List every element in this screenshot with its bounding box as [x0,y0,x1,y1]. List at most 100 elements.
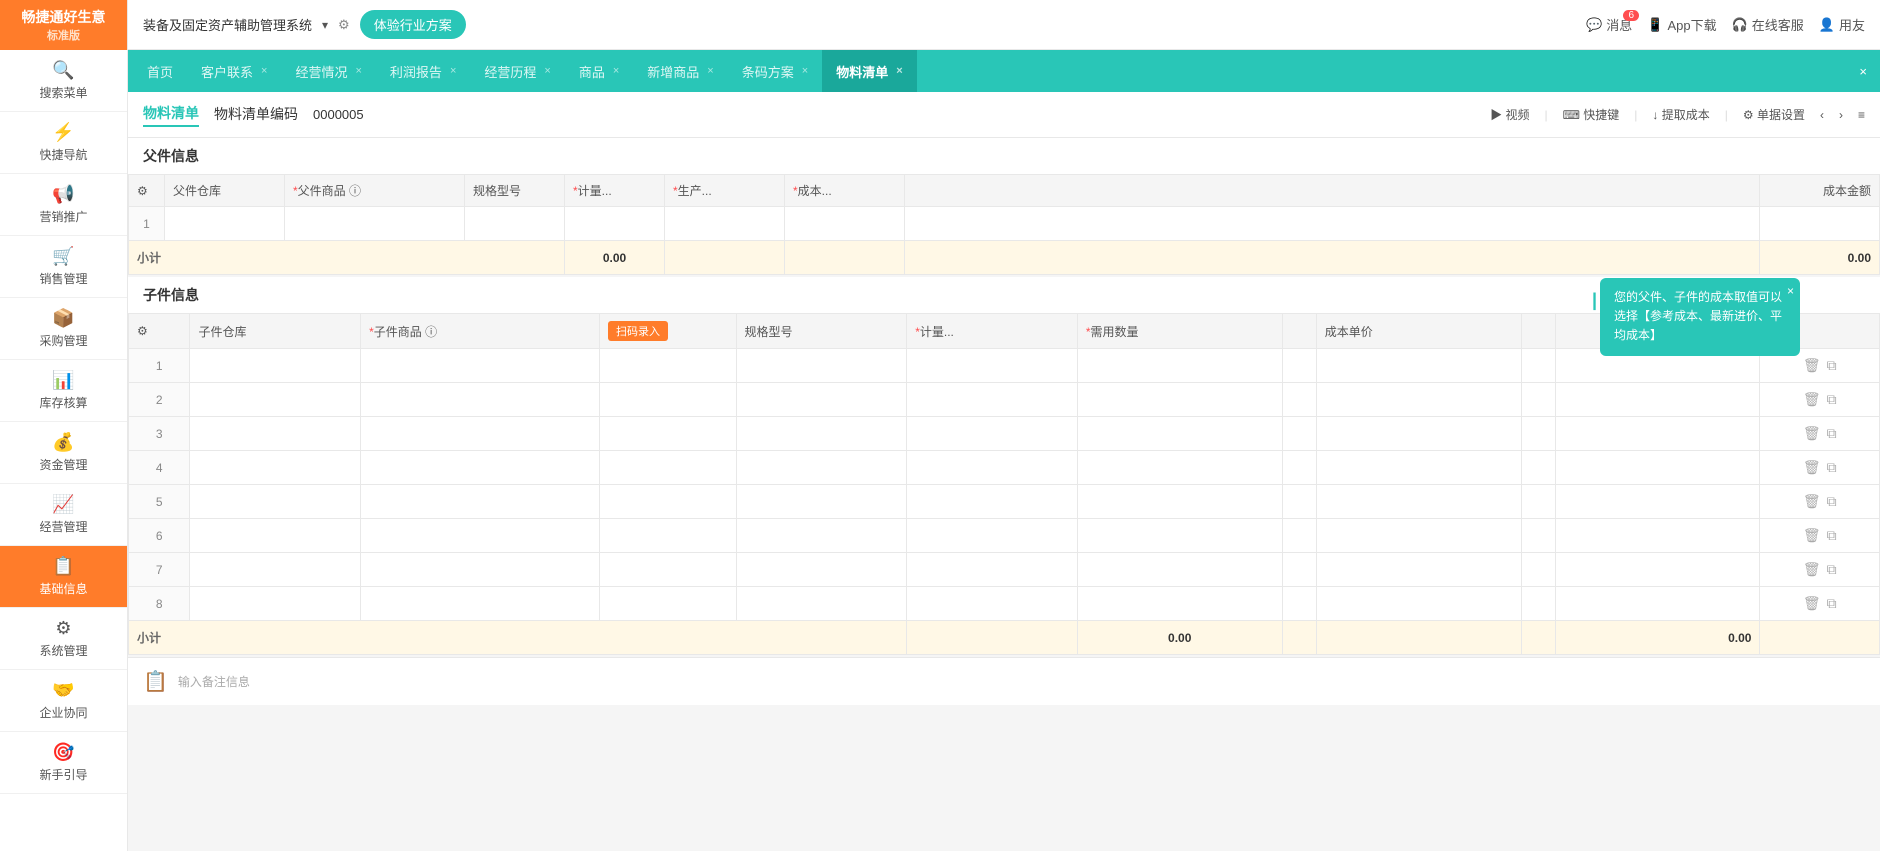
prev-btn[interactable]: ‹ [1820,108,1824,122]
nav-tab-首页[interactable]: 首页 [133,50,187,92]
child-col-settings[interactable]: ⚙ [129,314,190,349]
parent-col-settings[interactable]: ⚙ [129,175,165,207]
sidebar-item-经营管理[interactable]: 📈经营管理 [0,484,127,546]
child-unit-cost-cell[interactable] [1316,553,1521,587]
nav-tab-close[interactable]: × [450,65,456,77]
nav-tab-经营情况[interactable]: 经营情况× [281,50,375,92]
child-unit-cell[interactable] [907,383,1078,417]
experience-btn[interactable]: 体验行业方案 [360,10,466,39]
child-spec-cell[interactable] [736,519,907,553]
copy-icon[interactable]: ⧉ [1827,459,1837,476]
user-btn[interactable]: 👤 用友 [1819,15,1865,34]
child-unit-cost-cell[interactable] [1316,383,1521,417]
child-unit-cell[interactable] [907,417,1078,451]
child-unit-cell[interactable] [907,485,1078,519]
parent-spec-cell[interactable] [465,207,565,241]
menu-icon-btn[interactable]: ≡ [1858,108,1865,122]
nav-tab-商品[interactable]: 商品× [565,50,633,92]
sidebar-item-新手引导[interactable]: 🎯新手引导 [0,732,127,794]
child-unit-cell[interactable] [907,519,1078,553]
delete-icon[interactable]: 🗑 [1803,425,1821,442]
child-spec-cell[interactable] [736,349,907,383]
parent-product-cell[interactable] [285,207,465,241]
header-settings-icon[interactable]: ⚙ [338,17,350,33]
child-unit-cell[interactable] [907,349,1078,383]
nav-tab-close[interactable]: × [802,65,808,77]
child-spec-cell[interactable] [736,451,907,485]
child-product-cell[interactable] [361,451,600,485]
child-product-cell[interactable] [361,417,600,451]
parent-cost-cell[interactable] [785,207,905,241]
child-unit-cost-cell[interactable] [1316,485,1521,519]
sidebar-item-快捷导航[interactable]: ⚡快捷导航 [0,112,127,174]
sidebar-item-采购管理[interactable]: 📦采购管理 [0,298,127,360]
child-spec-cell[interactable] [736,553,907,587]
sidebar-item-销售管理[interactable]: 🛒销售管理 [0,236,127,298]
sub-tab-bom[interactable]: 物料清单 [143,103,199,127]
delete-icon[interactable]: 🗑 [1803,459,1821,476]
nav-tab-新增商品[interactable]: 新增商品× [633,50,727,92]
child-unit-cost-cell[interactable] [1316,451,1521,485]
nav-tab-物料清单[interactable]: 物料清单× [822,50,916,92]
child-spec-cell[interactable] [736,417,907,451]
nav-tab-close[interactable]: × [544,65,550,77]
child-warehouse-cell[interactable] [190,417,361,451]
sidebar-item-库存核算[interactable]: 📊库存核算 [0,360,127,422]
parent-warehouse-cell[interactable] [165,207,285,241]
child-qty-cell[interactable] [1077,349,1282,383]
child-warehouse-cell[interactable] [190,485,361,519]
child-spec-cell[interactable] [736,587,907,621]
parent-production-cell[interactable] [665,207,785,241]
copy-icon[interactable]: ⧉ [1827,561,1837,578]
video-action[interactable]: ▶ 视频 [1490,106,1529,123]
child-qty-cell[interactable] [1077,519,1282,553]
child-qty-cell[interactable] [1077,417,1282,451]
delete-icon[interactable]: 🗑 [1803,357,1821,374]
delete-icon[interactable]: 🗑 [1803,391,1821,408]
child-qty-cell[interactable] [1077,383,1282,417]
sidebar-item-系统管理[interactable]: ⚙系统管理 [0,608,127,670]
child-unit-cost-cell[interactable] [1316,417,1521,451]
nav-tab-利润报告[interactable]: 利润报告× [376,50,470,92]
child-qty-cell[interactable] [1077,485,1282,519]
nav-tab-close[interactable]: × [707,65,713,77]
nav-tab-客户联系[interactable]: 客户联系× [187,50,281,92]
child-product-cell[interactable] [361,383,600,417]
child-unit-cost-cell[interactable] [1316,587,1521,621]
sidebar-item-基础信息[interactable]: 📋基础信息 [0,546,127,608]
nav-tab-close[interactable]: × [896,65,902,77]
copy-icon[interactable]: ⧉ [1827,595,1837,612]
child-unit-cell[interactable] [907,553,1078,587]
nav-tabs-close-btn[interactable]: × [1851,64,1875,79]
online-service-btn[interactable]: 🎧 在线客服 [1732,15,1804,34]
sub-tab-bom-code[interactable]: 物料清单编码 [214,104,298,126]
copy-icon[interactable]: ⧉ [1827,357,1837,374]
child-warehouse-cell[interactable] [190,349,361,383]
doc-settings-action[interactable]: ⚙ 单据设置 [1743,106,1805,123]
copy-icon[interactable]: ⧉ [1827,391,1837,408]
sidebar-item-营销推广[interactable]: 📢营销推广 [0,174,127,236]
child-spec-cell[interactable] [736,485,907,519]
nav-tab-close[interactable]: × [261,65,267,77]
nav-tab-经营历程[interactable]: 经营历程× [470,50,564,92]
nav-tab-close[interactable]: × [613,65,619,77]
system-dropdown-btn[interactable]: ▾ [322,18,328,32]
delete-icon[interactable]: 🗑 [1803,595,1821,612]
child-unit-cell[interactable] [907,451,1078,485]
child-col-scan[interactable]: 扫码录入 [600,314,737,349]
child-unit-cost-cell[interactable] [1316,519,1521,553]
sidebar-item-企业协同[interactable]: 🤝企业协同 [0,670,127,732]
child-qty-cell[interactable] [1077,553,1282,587]
child-unit-cell[interactable] [907,587,1078,621]
child-warehouse-cell[interactable] [190,519,361,553]
message-btn[interactable]: 💬 6 消息 [1586,15,1632,34]
sidebar-item-搜索菜单[interactable]: 🔍搜索菜单 [0,50,127,112]
child-warehouse-cell[interactable] [190,553,361,587]
tooltip-close-btn[interactable]: × [1787,282,1794,301]
extract-cost-action[interactable]: ↓ 提取成本 [1652,106,1709,123]
child-product-cell[interactable] [361,349,600,383]
nav-tab-条码方案[interactable]: 条码方案× [728,50,822,92]
scan-btn[interactable]: 扫码录入 [608,321,668,341]
child-warehouse-cell[interactable] [190,587,361,621]
child-warehouse-cell[interactable] [190,451,361,485]
